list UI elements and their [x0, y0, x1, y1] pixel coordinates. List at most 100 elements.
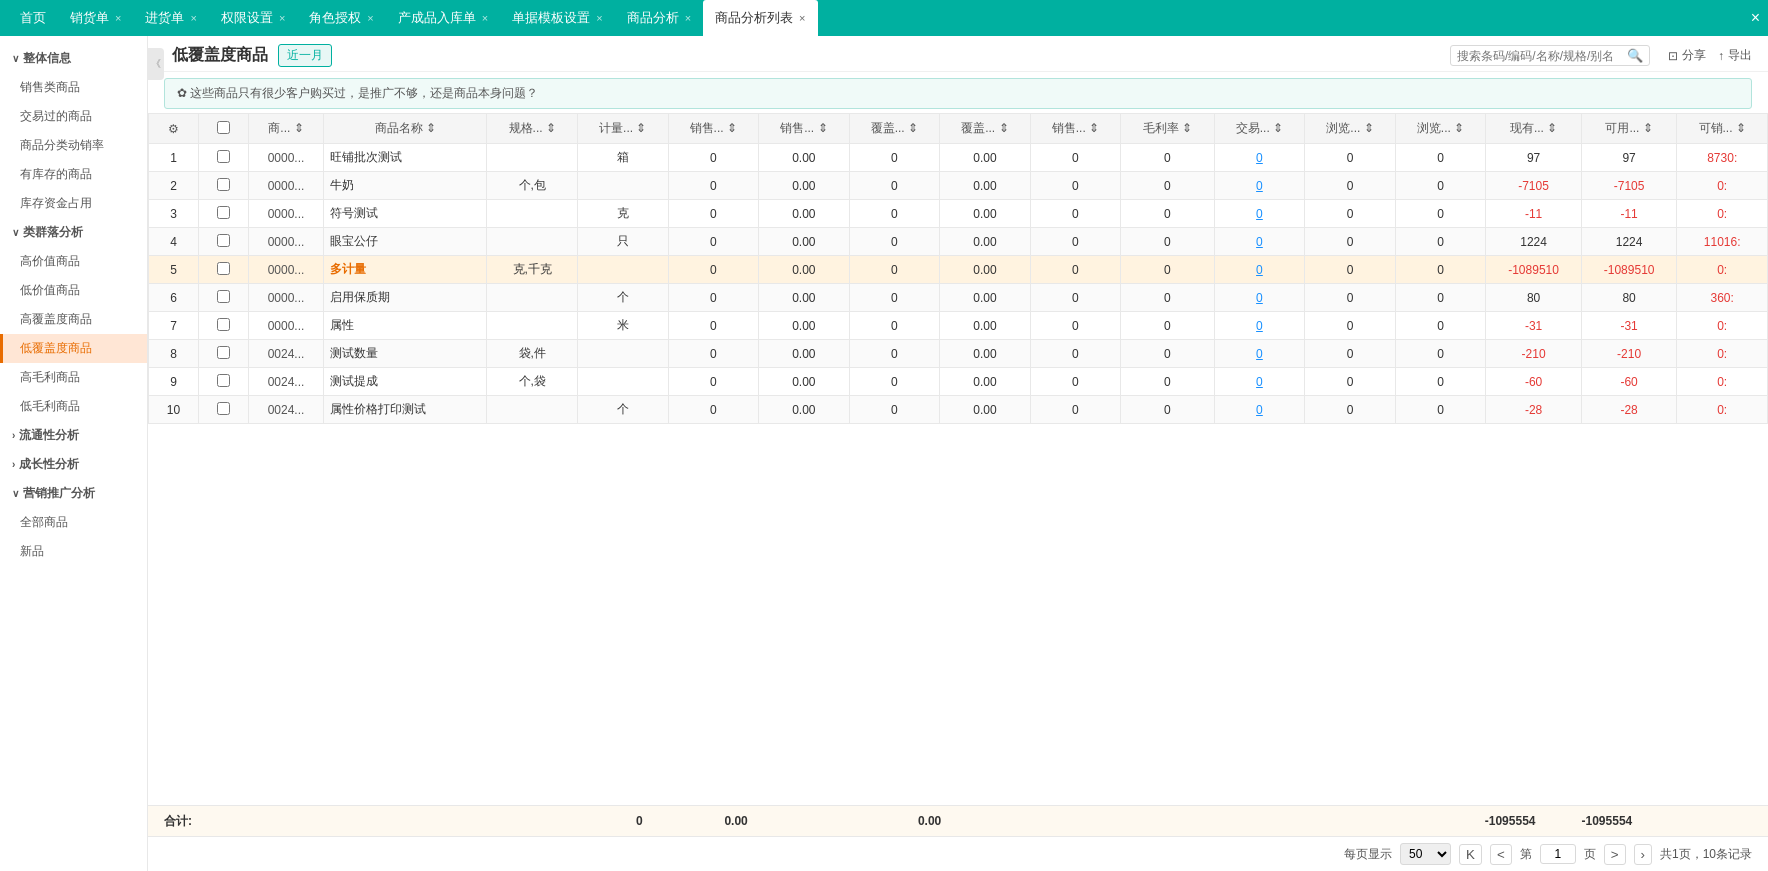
cell-check[interactable]: [199, 312, 249, 340]
nav-tab-template[interactable]: 单据模板设置 ×: [500, 0, 614, 36]
cell-name[interactable]: 牛奶: [323, 172, 486, 200]
sidebar-item-traded-goods[interactable]: 交易过的商品: [0, 102, 147, 131]
cell-name[interactable]: 属性: [323, 312, 486, 340]
filter-period-button[interactable]: 近一月: [278, 44, 332, 67]
page-size-select[interactable]: 50 20 100 200: [1400, 843, 1451, 865]
cell-check[interactable]: [199, 256, 249, 284]
cell-name[interactable]: 旺铺批次测试: [323, 144, 486, 172]
sidebar-item-high-coverage[interactable]: 高覆盖度商品: [0, 305, 147, 334]
trade-link[interactable]: 0: [1256, 263, 1263, 277]
th-coverage1[interactable]: 覆盖... ⇕: [849, 114, 940, 144]
th-unit[interactable]: 计量... ⇕: [578, 114, 669, 144]
cell-check[interactable]: [199, 368, 249, 396]
th-available[interactable]: 可用... ⇕: [1581, 114, 1677, 144]
trade-link[interactable]: 0: [1256, 207, 1263, 221]
sidebar-item-all-goods[interactable]: 全部商品: [0, 508, 147, 537]
nav-tab-role[interactable]: 角色授权 ×: [297, 0, 385, 36]
page-prev-button[interactable]: <: [1490, 844, 1512, 865]
th-spec[interactable]: 规格... ⇕: [487, 114, 578, 144]
nav-tab-home[interactable]: 首页: [8, 0, 58, 36]
nav-tab-permission[interactable]: 权限设置 ×: [209, 0, 297, 36]
sidebar-item-new-goods[interactable]: 新品: [0, 537, 147, 566]
th-settings[interactable]: ⚙: [149, 114, 199, 144]
cell-check[interactable]: [199, 200, 249, 228]
sidebar-section-liquidity[interactable]: › 流通性分析: [0, 421, 147, 450]
cell-name[interactable]: 属性价格打印测试: [323, 396, 486, 424]
nav-tab-analysis[interactable]: 商品分析 ×: [615, 0, 703, 36]
collapse-sidebar-button[interactable]: 《: [148, 48, 164, 80]
sidebar-section-marketing[interactable]: ∨ 营销推广分析: [0, 479, 147, 508]
cell-name[interactable]: 多计量: [323, 256, 486, 284]
th-coverage2[interactable]: 覆盖... ⇕: [940, 114, 1031, 144]
row-checkbox[interactable]: [217, 178, 230, 191]
row-checkbox[interactable]: [217, 206, 230, 219]
sidebar-section-overall[interactable]: ∨ 整体信息: [0, 44, 147, 73]
sidebar-item-low-profit[interactable]: 低毛利商品: [0, 392, 147, 421]
cell-check[interactable]: [199, 284, 249, 312]
th-sales1[interactable]: 销售... ⇕: [668, 114, 759, 144]
th-code[interactable]: 商... ⇕: [249, 114, 324, 144]
close-permission-icon[interactable]: ×: [279, 0, 285, 36]
sidebar-item-category-rate[interactable]: 商品分类动销率: [0, 131, 147, 160]
trade-link[interactable]: 0: [1256, 151, 1263, 165]
cell-name[interactable]: 测试数量: [323, 340, 486, 368]
trade-link[interactable]: 0: [1256, 179, 1263, 193]
trade-link[interactable]: 0: [1256, 319, 1263, 333]
sidebar-item-low-value[interactable]: 低价值商品: [0, 276, 147, 305]
row-checkbox[interactable]: [217, 318, 230, 331]
nav-tab-purchase[interactable]: 进货单 ×: [133, 0, 208, 36]
th-sales3[interactable]: 销售... ⇕: [1030, 114, 1121, 144]
trade-link[interactable]: 0: [1256, 403, 1263, 417]
th-current[interactable]: 现有... ⇕: [1486, 114, 1582, 144]
page-input[interactable]: [1540, 844, 1576, 864]
close-product-in-icon[interactable]: ×: [482, 0, 488, 36]
sidebar-item-low-coverage[interactable]: 低覆盖度商品: [0, 334, 147, 363]
page-last-button[interactable]: ›: [1634, 844, 1652, 865]
close-sales-icon[interactable]: ×: [115, 0, 121, 36]
search-input[interactable]: [1457, 49, 1627, 63]
sidebar-section-cluster[interactable]: ∨ 类群落分析: [0, 218, 147, 247]
row-checkbox[interactable]: [217, 346, 230, 359]
th-sales2[interactable]: 销售... ⇕: [759, 114, 850, 144]
sidebar-item-high-profit[interactable]: 高毛利商品: [0, 363, 147, 392]
th-name[interactable]: 商品名称 ⇕: [323, 114, 486, 144]
row-checkbox[interactable]: [217, 234, 230, 247]
th-gross[interactable]: 毛利率 ⇕: [1121, 114, 1215, 144]
row-checkbox[interactable]: [217, 374, 230, 387]
close-role-icon[interactable]: ×: [367, 0, 373, 36]
row-checkbox[interactable]: [217, 262, 230, 275]
row-checkbox[interactable]: [217, 150, 230, 163]
select-all-checkbox[interactable]: [217, 121, 230, 134]
cell-check[interactable]: [199, 172, 249, 200]
th-trade[interactable]: 交易... ⇕: [1214, 114, 1305, 144]
cell-check[interactable]: [199, 228, 249, 256]
th-browse1[interactable]: 浏览... ⇕: [1305, 114, 1396, 144]
close-analysis-list-icon[interactable]: ×: [799, 0, 805, 36]
cell-name[interactable]: 眼宝公仔: [323, 228, 486, 256]
close-purchase-icon[interactable]: ×: [190, 0, 196, 36]
trade-link[interactable]: 0: [1256, 375, 1263, 389]
search-icon[interactable]: 🔍: [1627, 48, 1643, 63]
export-button[interactable]: ↑ 导出: [1718, 47, 1752, 64]
th-saleable[interactable]: 可销... ⇕: [1677, 114, 1768, 144]
th-browse2[interactable]: 浏览... ⇕: [1395, 114, 1486, 144]
cell-check[interactable]: [199, 144, 249, 172]
sidebar-item-high-value[interactable]: 高价值商品: [0, 247, 147, 276]
nav-tab-sales[interactable]: 销货单 ×: [58, 0, 133, 36]
trade-link[interactable]: 0: [1256, 235, 1263, 249]
close-template-icon[interactable]: ×: [596, 0, 602, 36]
share-button[interactable]: ⊡ 分享: [1668, 47, 1706, 64]
page-first-button[interactable]: K: [1459, 844, 1482, 865]
sidebar-section-growth[interactable]: › 成长性分析: [0, 450, 147, 479]
row-checkbox[interactable]: [217, 290, 230, 303]
close-analysis-icon[interactable]: ×: [685, 0, 691, 36]
nav-tab-analysis-list[interactable]: 商品分析列表 ×: [703, 0, 817, 36]
cell-name[interactable]: 启用保质期: [323, 284, 486, 312]
page-next-button[interactable]: >: [1604, 844, 1626, 865]
cell-check[interactable]: [199, 340, 249, 368]
close-all-button[interactable]: ×: [1751, 9, 1760, 27]
nav-tab-product-in[interactable]: 产成品入库单 ×: [386, 0, 500, 36]
sidebar-item-stock-capital[interactable]: 库存资金占用: [0, 189, 147, 218]
trade-link[interactable]: 0: [1256, 291, 1263, 305]
row-checkbox[interactable]: [217, 402, 230, 415]
